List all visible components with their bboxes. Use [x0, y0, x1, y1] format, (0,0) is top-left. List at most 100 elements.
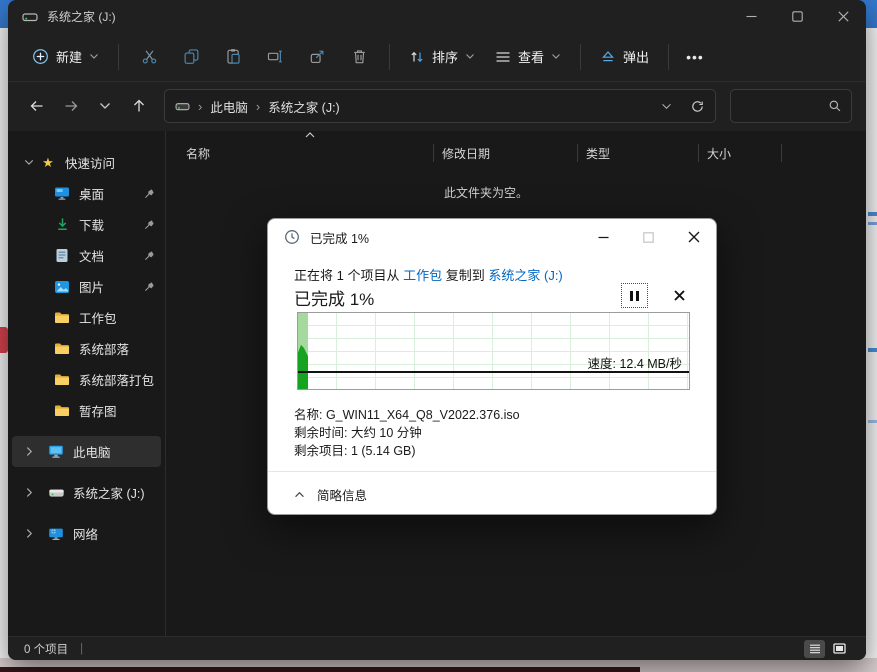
sidebar-item-label: 系统之家 (J:) [73, 483, 161, 502]
eject-button-label: 弹出 [623, 47, 649, 66]
breadcrumb-this-pc[interactable]: 此电脑 [210, 97, 248, 116]
column-header-type[interactable]: 类型 [578, 140, 698, 166]
column-header-name[interactable]: 名称 [166, 140, 433, 166]
pictures-icon [52, 280, 72, 294]
close-icon[interactable] [820, 0, 866, 32]
pin-icon [139, 281, 159, 292]
background-window-sliver-right [866, 28, 877, 658]
paste-icon[interactable] [212, 40, 254, 74]
folder-icon [52, 311, 72, 324]
file-name-line: 名称: G_WIN11_X64_Q8_V2022.376.iso [294, 404, 520, 423]
window-titlebar[interactable]: 系统之家 (J:) [8, 0, 866, 32]
sidebar-item-folder-zancuntu[interactable]: 暂存图 [12, 395, 161, 426]
sort-button[interactable]: 排序 [399, 40, 485, 73]
sidebar-item-folder-xitongbuluo-dabao[interactable]: 系统部落打包 [12, 364, 161, 395]
chevron-right-icon[interactable] [20, 528, 38, 539]
downloads-icon [52, 217, 72, 232]
transfer-speed-chart: 速度: 12.4 MB/秒 [297, 312, 690, 390]
up-icon[interactable] [124, 91, 154, 121]
copy-description-prefix: 正在将 1 个项目从 [294, 268, 399, 283]
chevron-right-icon[interactable] [20, 446, 38, 457]
rename-icon[interactable] [254, 40, 296, 74]
forward-icon[interactable] [56, 91, 86, 121]
sidebar-item-downloads[interactable]: 下载 [12, 209, 161, 240]
sidebar-item-network[interactable]: 网络 [12, 518, 161, 549]
background-fragment [868, 222, 877, 225]
sidebar-item-label: 系统部落打包 [79, 370, 161, 389]
background-fragment [0, 327, 8, 353]
items-remaining-line: 剩余项目: 1 (5.14 GB) [294, 440, 416, 459]
pin-icon [139, 219, 159, 230]
chevron-right-icon[interactable] [20, 487, 38, 498]
copy-destination-link[interactable]: 系统之家 (J:) [488, 268, 562, 283]
drive-icon [22, 10, 38, 23]
back-icon[interactable] [22, 91, 52, 121]
dialog-titlebar[interactable]: 已完成 1% [268, 219, 716, 255]
sidebar-item-this-pc[interactable]: 此电脑 [12, 436, 161, 467]
share-icon[interactable] [296, 40, 338, 74]
background-fragment [868, 212, 877, 216]
chevron-down-icon[interactable] [20, 159, 38, 166]
cancel-copy-icon[interactable] [667, 283, 691, 308]
minimize-icon[interactable] [728, 0, 774, 32]
sidebar-item-label: 工作包 [79, 308, 161, 327]
close-icon[interactable] [671, 219, 716, 255]
pause-button[interactable] [621, 283, 648, 308]
address-dropdown-icon[interactable] [661, 103, 672, 110]
folder-icon [52, 404, 72, 417]
folder-icon [52, 342, 72, 355]
new-button[interactable]: 新建 [22, 40, 109, 73]
chevron-down-icon [89, 53, 99, 60]
column-header-size[interactable]: 大小 [699, 140, 781, 166]
copy-source-link[interactable]: 工作包 [403, 268, 442, 283]
speed-label: 速度: 12.4 MB/秒 [588, 353, 682, 372]
sidebar-item-label: 暂存图 [79, 401, 161, 420]
command-bar: 新建 排序 查看 [8, 32, 866, 82]
cut-icon[interactable] [128, 40, 170, 74]
breadcrumb-drive[interactable]: 系统之家 (J:) [268, 97, 340, 116]
sidebar-item-folder-xitongbuluo[interactable]: 系统部落 [12, 333, 161, 364]
delete-icon[interactable] [338, 40, 380, 74]
chevron-up-icon [294, 491, 305, 498]
dialog-divider [268, 471, 716, 472]
sidebar-item-documents[interactable]: 文档 [12, 240, 161, 271]
window-title: 系统之家 (J:) [47, 8, 116, 25]
copy-icon[interactable] [170, 40, 212, 74]
sidebar-item-label: 桌面 [79, 184, 139, 203]
fewer-details-label: 简略信息 [317, 485, 367, 504]
address-bar[interactable]: › 此电脑 › 系统之家 (J:) [164, 89, 716, 123]
maximize-icon[interactable] [774, 0, 820, 32]
sidebar-item-drive-j[interactable]: 系统之家 (J:) [12, 477, 161, 508]
sidebar-item-pictures[interactable]: 图片 [12, 271, 161, 302]
status-separator: | [80, 643, 83, 655]
star-icon: ★ [38, 156, 58, 169]
sidebar-item-folder-gongzuobao[interactable]: 工作包 [12, 302, 161, 333]
plus-circle-icon [32, 48, 49, 65]
search-box[interactable] [730, 89, 852, 123]
eject-button[interactable]: 弹出 [590, 40, 659, 73]
progress-heading: 已完成 1% [294, 285, 374, 310]
recent-locations-icon[interactable] [90, 91, 120, 121]
pin-icon [139, 250, 159, 261]
toolbar-divider [389, 44, 390, 70]
more-options-icon[interactable]: ••• [678, 49, 712, 65]
background-fragment [868, 348, 877, 352]
sidebar-item-label: 此电脑 [73, 442, 161, 461]
icons-view-icon[interactable] [829, 640, 850, 658]
toolbar-divider [580, 44, 581, 70]
sidebar-item-desktop[interactable]: 桌面 [12, 178, 161, 209]
column-header-date-modified[interactable]: 修改日期 [434, 140, 577, 166]
view-button[interactable]: 查看 [485, 40, 571, 73]
refresh-icon[interactable] [690, 99, 705, 114]
fewer-details-toggle[interactable]: 简略信息 [294, 481, 367, 507]
copy-progress-dialog: 已完成 1% 正在将 1 个项目从 工作包 复制到 系统之家 (J:) 已完成 … [267, 218, 717, 515]
documents-icon [52, 248, 72, 263]
search-input[interactable] [740, 99, 828, 113]
details-view-icon[interactable] [804, 640, 825, 658]
copy-description-mid: 复制到 [446, 268, 485, 283]
minimize-icon[interactable] [581, 219, 626, 255]
sidebar-item-label: 快速访问 [65, 153, 161, 172]
sidebar-item-quick-access[interactable]: ★ 快速访问 [12, 147, 161, 178]
sort-caret-icon [305, 132, 315, 138]
column-separator[interactable] [781, 144, 782, 162]
